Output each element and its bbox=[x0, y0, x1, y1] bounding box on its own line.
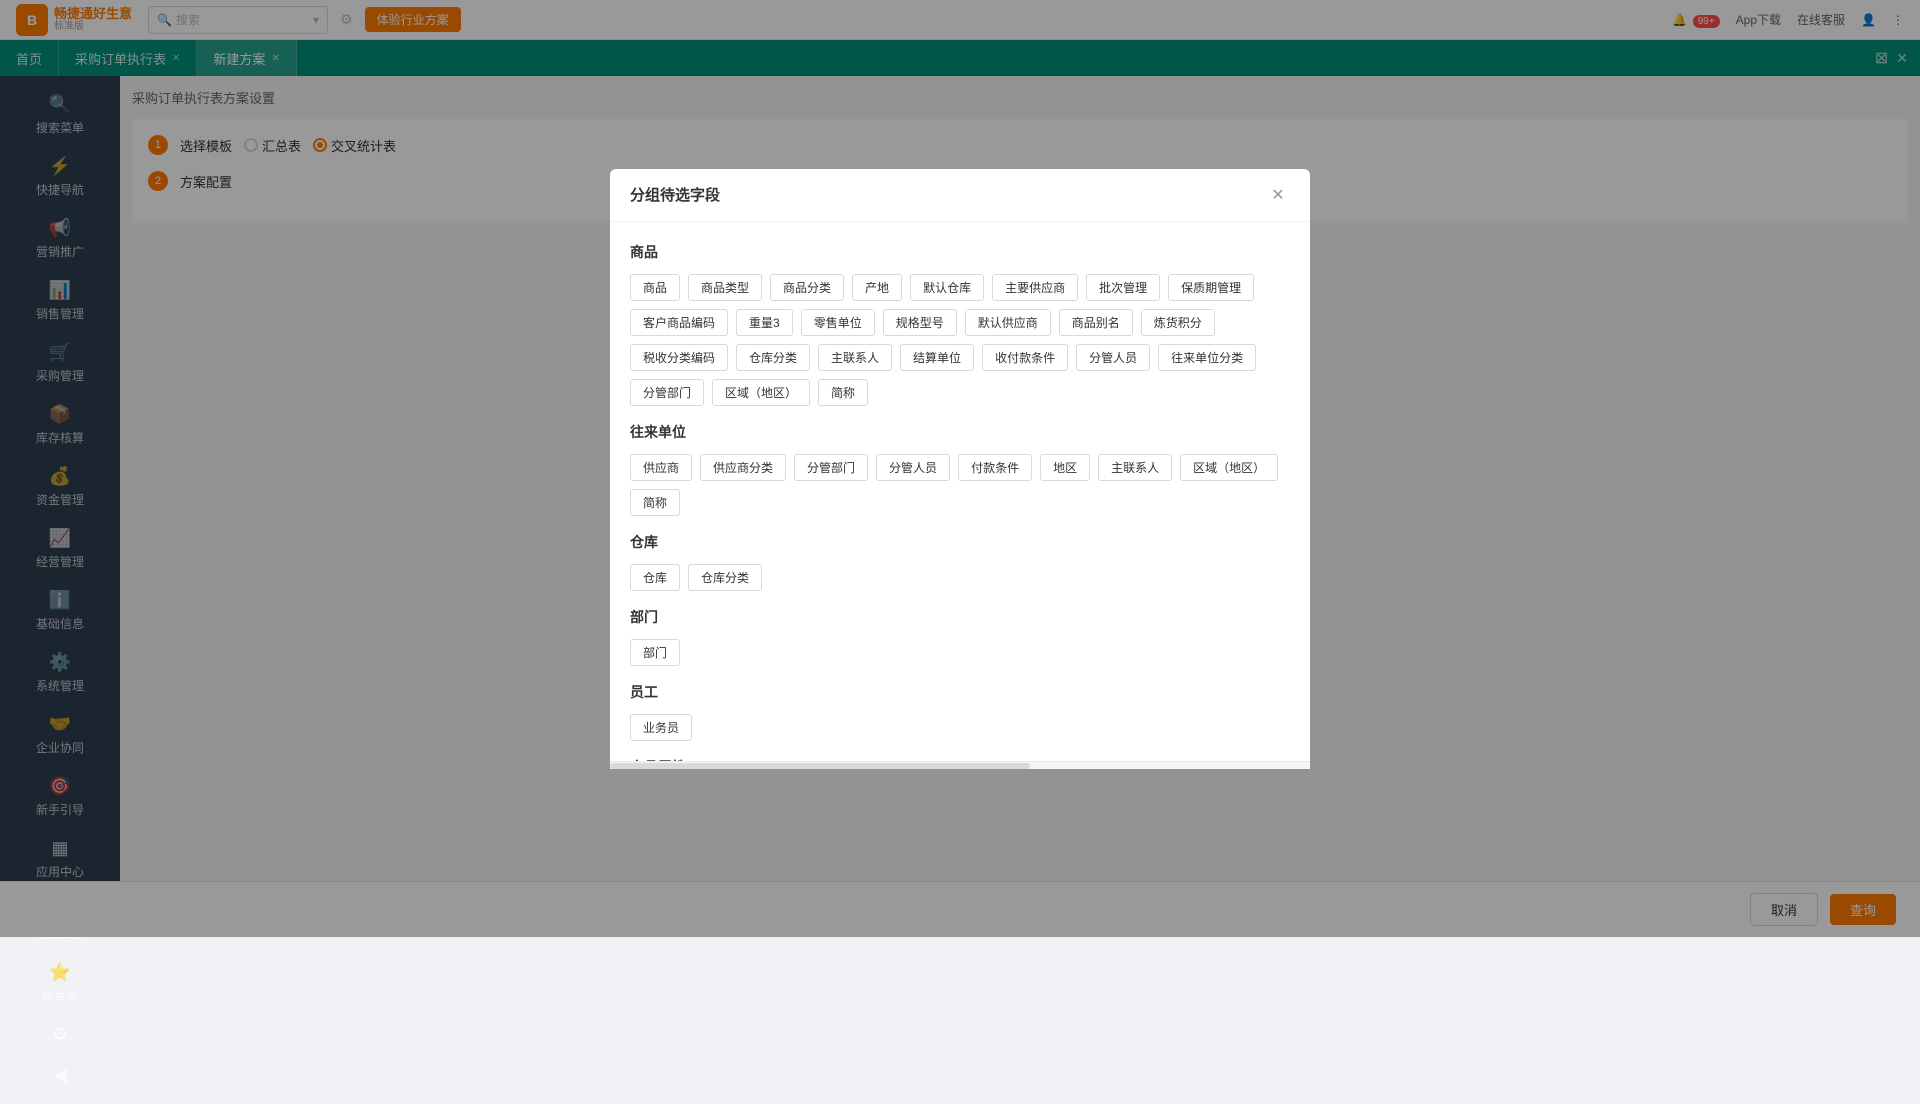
dialog-hscrollbar-thumb bbox=[610, 763, 1030, 769]
field-tag[interactable]: 仓库分类 bbox=[736, 344, 810, 371]
dialog-overlay: 分组待选字段 ✕ 商品 商品 商品类型 商品分类 产地 默认仓库 主要供应商 批… bbox=[0, 0, 1920, 937]
field-tag[interactable]: 商品 bbox=[630, 274, 680, 301]
section-title-employee: 员工 bbox=[630, 682, 1290, 702]
field-tag[interactable]: 商品类型 bbox=[688, 274, 762, 301]
field-grid-dept: 部门 bbox=[630, 639, 1290, 666]
field-tag[interactable]: 仓库 bbox=[630, 564, 680, 591]
field-tag[interactable]: 客户商品编码 bbox=[630, 309, 728, 336]
dialog-header: 分组待选字段 ✕ bbox=[610, 169, 1310, 222]
field-tag[interactable]: 业务员 bbox=[630, 714, 692, 741]
dialog-hscrollbar[interactable] bbox=[610, 761, 1310, 769]
field-tag[interactable]: 批次管理 bbox=[1086, 274, 1160, 301]
field-grid-partner: 供应商 供应商分类 分管部门 分管人员 付款条件 地区 主联系人 区域（地区） … bbox=[630, 454, 1290, 516]
field-tag[interactable]: 供应商 bbox=[630, 454, 692, 481]
field-tag[interactable]: 收付款条件 bbox=[982, 344, 1068, 371]
field-tag[interactable]: 简称 bbox=[630, 489, 680, 516]
field-tag[interactable]: 供应商分类 bbox=[700, 454, 786, 481]
field-tag[interactable]: 重量3 bbox=[736, 309, 793, 336]
section-title-partner: 往来单位 bbox=[630, 422, 1290, 442]
field-grid-employee: 业务员 bbox=[630, 714, 1290, 741]
field-tag[interactable]: 仓库分类 bbox=[688, 564, 762, 591]
field-tag[interactable]: 零售单位 bbox=[801, 309, 875, 336]
field-grid-product: 商品 商品类型 商品分类 产地 默认仓库 主要供应商 批次管理 保质期管理 客户… bbox=[630, 274, 1290, 406]
field-tag[interactable]: 主联系人 bbox=[818, 344, 892, 371]
section-title-warehouse: 仓库 bbox=[630, 532, 1290, 552]
dialog: 分组待选字段 ✕ 商品 商品 商品类型 商品分类 产地 默认仓库 主要供应商 批… bbox=[610, 169, 1310, 769]
dialog-body: 商品 商品 商品类型 商品分类 产地 默认仓库 主要供应商 批次管理 保质期管理… bbox=[610, 222, 1310, 761]
field-tag[interactable]: 炼货积分 bbox=[1141, 309, 1215, 336]
field-tag[interactable]: 默认供应商 bbox=[965, 309, 1051, 336]
field-tag[interactable]: 区域（地区） bbox=[1180, 454, 1278, 481]
field-tag[interactable]: 商品别名 bbox=[1059, 309, 1133, 336]
field-tag[interactable]: 地区 bbox=[1040, 454, 1090, 481]
field-tag[interactable]: 默认仓库 bbox=[910, 274, 984, 301]
collapse-icon: ◀ bbox=[53, 1065, 67, 1086]
sidebar-bottom: ⚙ ◀ bbox=[0, 1014, 120, 1104]
field-tag[interactable]: 部门 bbox=[630, 639, 680, 666]
field-tag[interactable]: 结算单位 bbox=[900, 344, 974, 371]
field-grid-warehouse: 仓库 仓库分类 bbox=[630, 564, 1290, 591]
field-tag[interactable]: 产地 bbox=[852, 274, 902, 301]
field-tag[interactable]: 分管人员 bbox=[1076, 344, 1150, 371]
field-tag[interactable]: 简称 bbox=[818, 379, 868, 406]
vip-icon: ⭐ bbox=[49, 962, 71, 983]
field-tag[interactable]: 主要供应商 bbox=[992, 274, 1078, 301]
field-tag[interactable]: 规格型号 bbox=[883, 309, 957, 336]
field-tag[interactable]: 分管人员 bbox=[876, 454, 950, 481]
field-tag[interactable]: 分管部门 bbox=[630, 379, 704, 406]
field-tag[interactable]: 分管部门 bbox=[794, 454, 868, 481]
section-title-product: 商品 bbox=[630, 242, 1290, 262]
field-tag[interactable]: 付款条件 bbox=[958, 454, 1032, 481]
dialog-close-button[interactable]: ✕ bbox=[1266, 183, 1290, 207]
field-tag[interactable]: 往来单位分类 bbox=[1158, 344, 1256, 371]
settings-bottom-icon: ⚙ bbox=[52, 1024, 68, 1045]
field-tag[interactable]: 保质期管理 bbox=[1168, 274, 1254, 301]
sidebar-settings[interactable]: ⚙ bbox=[0, 1014, 120, 1055]
section-title-dept: 部门 bbox=[630, 607, 1290, 627]
dialog-title: 分组待选字段 bbox=[630, 184, 720, 205]
field-tag[interactable]: 区域（地区） bbox=[712, 379, 810, 406]
sidebar-collapse[interactable]: ◀ bbox=[0, 1055, 120, 1096]
field-tag[interactable]: 税收分类编码 bbox=[630, 344, 728, 371]
sidebar-item-vip[interactable]: ⭐ 畅会员 bbox=[0, 952, 120, 1014]
field-tag[interactable]: 主联系人 bbox=[1098, 454, 1172, 481]
field-tag[interactable]: 商品分类 bbox=[770, 274, 844, 301]
sidebar-item-vip-label: 畅会员 bbox=[42, 987, 78, 1004]
